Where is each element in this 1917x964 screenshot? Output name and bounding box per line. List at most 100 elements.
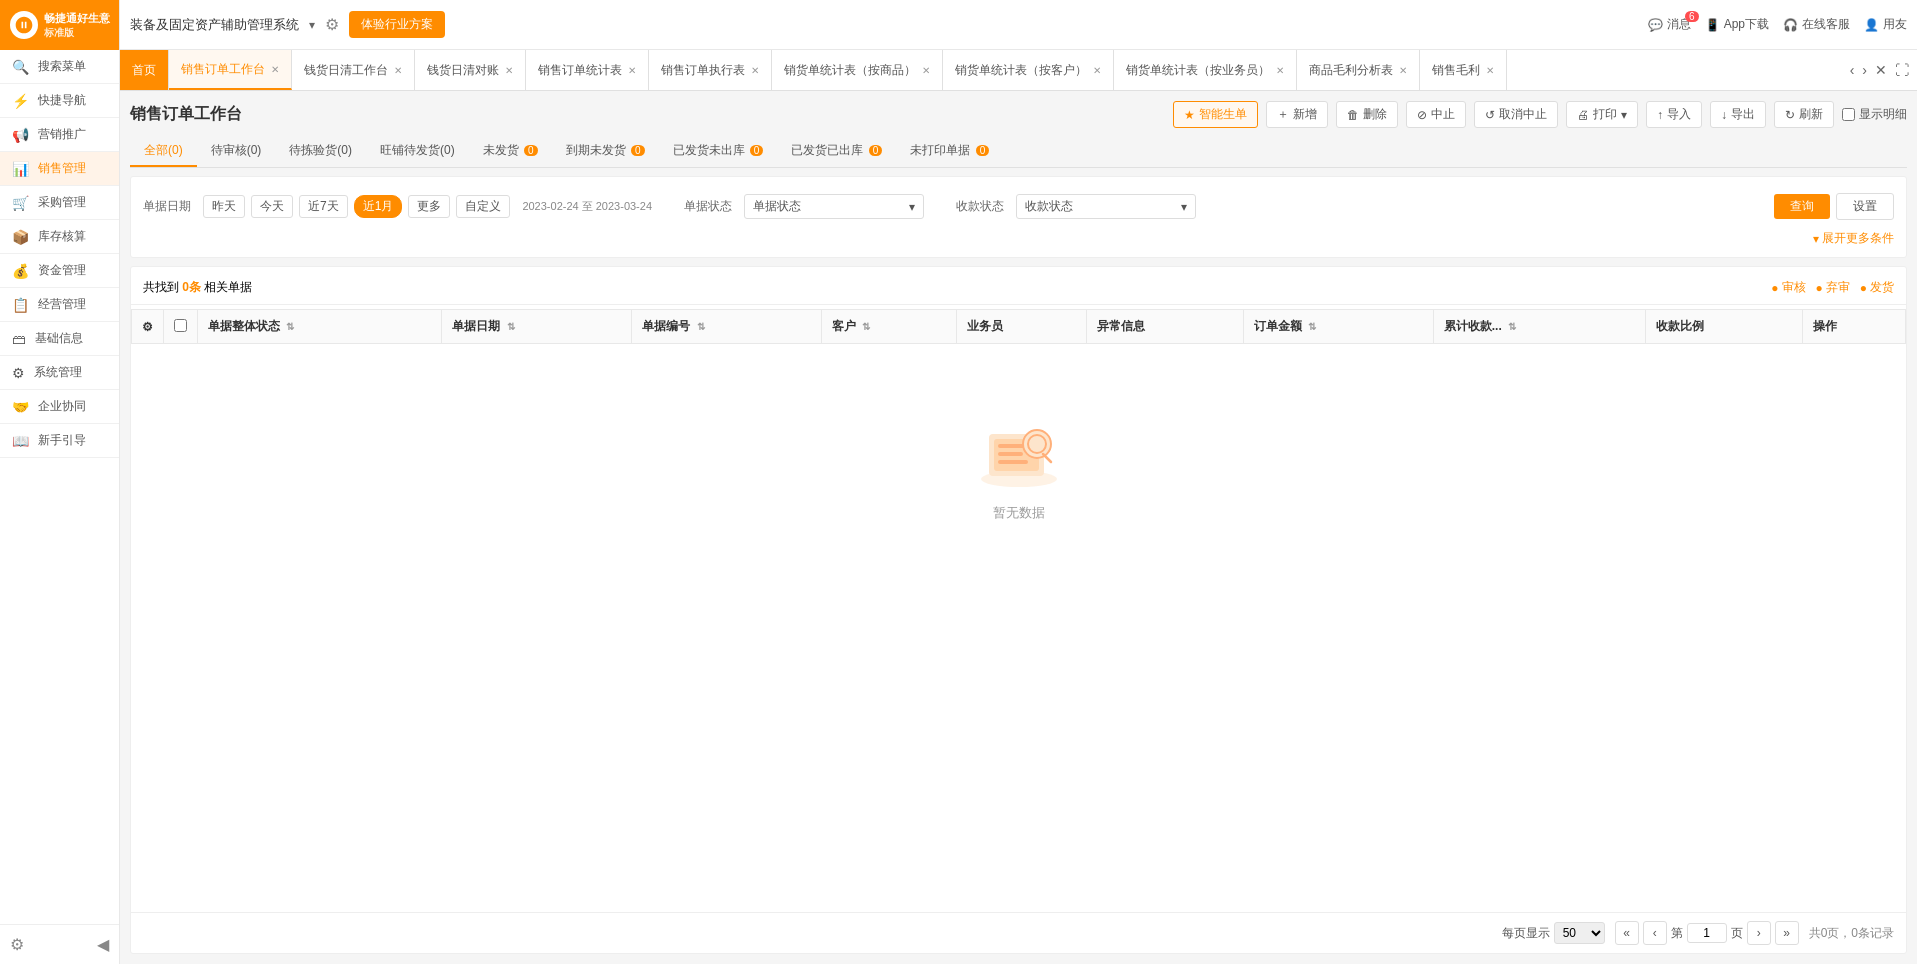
print-button[interactable]: 🖨 打印 ▾: [1566, 101, 1638, 128]
tabs-prev-icon[interactable]: ‹: [1850, 62, 1855, 78]
sidebar-item-purchase[interactable]: 🛒 采购管理: [0, 186, 119, 220]
topbar-dropdown-btn[interactable]: ▾: [309, 18, 315, 32]
date-btn-7days[interactable]: 近7天: [299, 195, 348, 218]
sub-tab-unshipped[interactable]: 未发货 0: [469, 136, 552, 167]
settings-button[interactable]: 设置: [1836, 193, 1894, 220]
tab-close-icon[interactable]: ✕: [751, 65, 759, 76]
sidebar-item-quick-nav[interactable]: ⚡ 快捷导航: [0, 84, 119, 118]
page-input[interactable]: [1687, 923, 1727, 943]
sort-icon[interactable]: ⇅: [1508, 321, 1516, 332]
show-detail-checkbox-label[interactable]: 显示明细: [1842, 106, 1907, 123]
date-btn-today[interactable]: 今天: [251, 195, 293, 218]
refresh-button[interactable]: ↻ 刷新: [1774, 101, 1834, 128]
date-btn-yesterday[interactable]: 昨天: [203, 195, 245, 218]
date-btn-custom[interactable]: 自定义: [456, 195, 510, 218]
sub-tab-pending-review[interactable]: 待审核(0): [197, 136, 276, 167]
sub-tab-wangpu-ship[interactable]: 旺铺待发货(0): [366, 136, 469, 167]
tab-close-icon[interactable]: ✕: [1486, 65, 1494, 76]
payment-filter-select[interactable]: 收款状态 ▾: [1016, 194, 1196, 219]
tab-sales-by-product[interactable]: 销货单统计表（按商品） ✕: [772, 50, 943, 90]
tab-label: 销货单统计表（按客户）: [955, 62, 1087, 79]
sub-tab-pending-inspect[interactable]: 待拣验货(0): [275, 136, 366, 167]
sidebar-item-guide[interactable]: 📖 新手引导: [0, 424, 119, 458]
tabs-fullscreen-icon[interactable]: ⛶: [1895, 62, 1909, 78]
tab-cash-daily[interactable]: 钱货日清工作台 ✕: [292, 50, 415, 90]
sidebar-item-operations[interactable]: 📋 经营管理: [0, 288, 119, 322]
per-page-select[interactable]: 50 100: [1554, 922, 1605, 944]
sort-icon[interactable]: ⇅: [1308, 321, 1316, 332]
tab-gross-profit[interactable]: 商品毛利分析表 ✕: [1297, 50, 1420, 90]
next-page-btn[interactable]: ›: [1747, 921, 1771, 945]
tab-sales-exec[interactable]: 销售订单执行表 ✕: [649, 50, 772, 90]
sort-icon[interactable]: ⇅: [697, 321, 705, 332]
table-scroll[interactable]: ⚙ 单据整体状态 ⇅ 单据日期 ⇅ 单据编号: [131, 309, 1906, 912]
sidebar-item-basic[interactable]: 🗃 基础信息: [0, 322, 119, 356]
stop-button[interactable]: ⊘ 中止: [1406, 101, 1466, 128]
tab-close-icon[interactable]: ✕: [922, 65, 930, 76]
online-service-action[interactable]: 🎧 在线客服: [1783, 16, 1850, 33]
tab-close-icon[interactable]: ✕: [271, 64, 279, 75]
delete-button[interactable]: 🗑 删除: [1336, 101, 1398, 128]
tab-close-icon[interactable]: ✕: [628, 65, 636, 76]
app-download-action[interactable]: 📱 App下载: [1705, 16, 1769, 33]
tabs-next-icon[interactable]: ›: [1862, 62, 1867, 78]
tab-close-icon[interactable]: ✕: [1276, 65, 1284, 76]
sidebar-item-search[interactable]: 🔍 搜索菜单: [0, 50, 119, 84]
tab-sales-gross[interactable]: 销售毛利 ✕: [1420, 50, 1507, 90]
last-page-btn[interactable]: »: [1775, 921, 1799, 945]
sub-tab-shipped-not-out[interactable]: 已发货未出库 0: [659, 136, 778, 167]
status-filter-select[interactable]: 单据状态 ▾: [744, 194, 924, 219]
sort-icon[interactable]: ⇅: [862, 321, 870, 332]
tab-sales-by-salesperson[interactable]: 销货单统计表（按业务员） ✕: [1114, 50, 1297, 90]
prev-page-btn[interactable]: ‹: [1643, 921, 1667, 945]
sidebar-item-enterprise[interactable]: 🤝 企业协同: [0, 390, 119, 424]
abandon-review-quick-btn[interactable]: ● 弃审: [1816, 279, 1850, 296]
tab-close-icon[interactable]: ✕: [505, 65, 513, 76]
tab-sales-workbench[interactable]: 销售订单工作台 ✕: [169, 50, 292, 90]
tab-close-icon[interactable]: ✕: [1093, 65, 1101, 76]
tab-cash-reconcile[interactable]: 钱货日清对账 ✕: [415, 50, 526, 90]
tabs-close-all-icon[interactable]: ✕: [1875, 62, 1887, 78]
sidebar-item-inventory[interactable]: 📦 库存核算: [0, 220, 119, 254]
th-checkbox[interactable]: [164, 310, 198, 344]
sort-icon[interactable]: ⇅: [286, 321, 294, 332]
tab-sales-stats[interactable]: 销售订单统计表 ✕: [526, 50, 649, 90]
expand-more-btn[interactable]: ▾ 展开更多条件: [1813, 230, 1894, 247]
import-button[interactable]: ↑ 导入: [1646, 101, 1702, 128]
select-all-checkbox[interactable]: [174, 319, 187, 332]
sidebar-item-finance[interactable]: 💰 资金管理: [0, 254, 119, 288]
user-action[interactable]: 👤 用友: [1864, 16, 1907, 33]
show-detail-checkbox[interactable]: [1842, 108, 1855, 121]
th-date: 单据日期 ⇅: [442, 310, 632, 344]
sort-icon[interactable]: ⇅: [507, 321, 515, 332]
tab-close-icon[interactable]: ✕: [394, 65, 402, 76]
review-quick-btn[interactable]: ● 审核: [1771, 279, 1805, 296]
th-gear[interactable]: ⚙: [132, 310, 164, 344]
tabs-bar: 首页 销售订单工作台 ✕ 钱货日清工作台 ✕ 钱货日清对账 ✕ 销售订单统计表 …: [120, 50, 1917, 91]
cancel-stop-button[interactable]: ↺ 取消中止: [1474, 101, 1558, 128]
sub-tab-overdue-unshipped[interactable]: 到期未发货 0: [552, 136, 659, 167]
collapse-icon[interactable]: ◀: [97, 935, 109, 954]
tab-home[interactable]: 首页: [120, 50, 169, 90]
sub-tab-all[interactable]: 全部(0): [130, 136, 197, 167]
solution-button[interactable]: 体验行业方案: [349, 11, 445, 38]
message-action[interactable]: 💬 消息 6: [1648, 16, 1691, 33]
sidebar-item-marketing[interactable]: 📢 营销推广: [0, 118, 119, 152]
settings-bottom-icon[interactable]: ⚙: [10, 935, 24, 954]
query-button[interactable]: 查询: [1774, 194, 1830, 219]
sub-tab-unprinted[interactable]: 未打印单据 0: [896, 136, 1003, 167]
sidebar-item-sales[interactable]: 📊 销售管理: [0, 152, 119, 186]
ship-quick-btn[interactable]: ● 发货: [1860, 279, 1894, 296]
tab-sales-by-customer[interactable]: 销货单统计表（按客户） ✕: [943, 50, 1114, 90]
tab-close-icon[interactable]: ✕: [1399, 65, 1407, 76]
first-page-btn[interactable]: «: [1615, 921, 1639, 945]
date-btn-1month[interactable]: 近1月: [354, 195, 403, 218]
date-btn-more[interactable]: 更多: [408, 195, 450, 218]
status-dropdown-icon: ▾: [909, 200, 915, 214]
export-button[interactable]: ↓ 导出: [1710, 101, 1766, 128]
smart-create-button[interactable]: ★ 智能生单: [1173, 101, 1258, 128]
sidebar-item-system[interactable]: ⚙ 系统管理: [0, 356, 119, 390]
add-button[interactable]: ＋ 新增: [1266, 101, 1328, 128]
topbar-settings-icon[interactable]: ⚙: [325, 15, 339, 34]
sub-tab-shipped-out[interactable]: 已发货已出库 0: [777, 136, 896, 167]
